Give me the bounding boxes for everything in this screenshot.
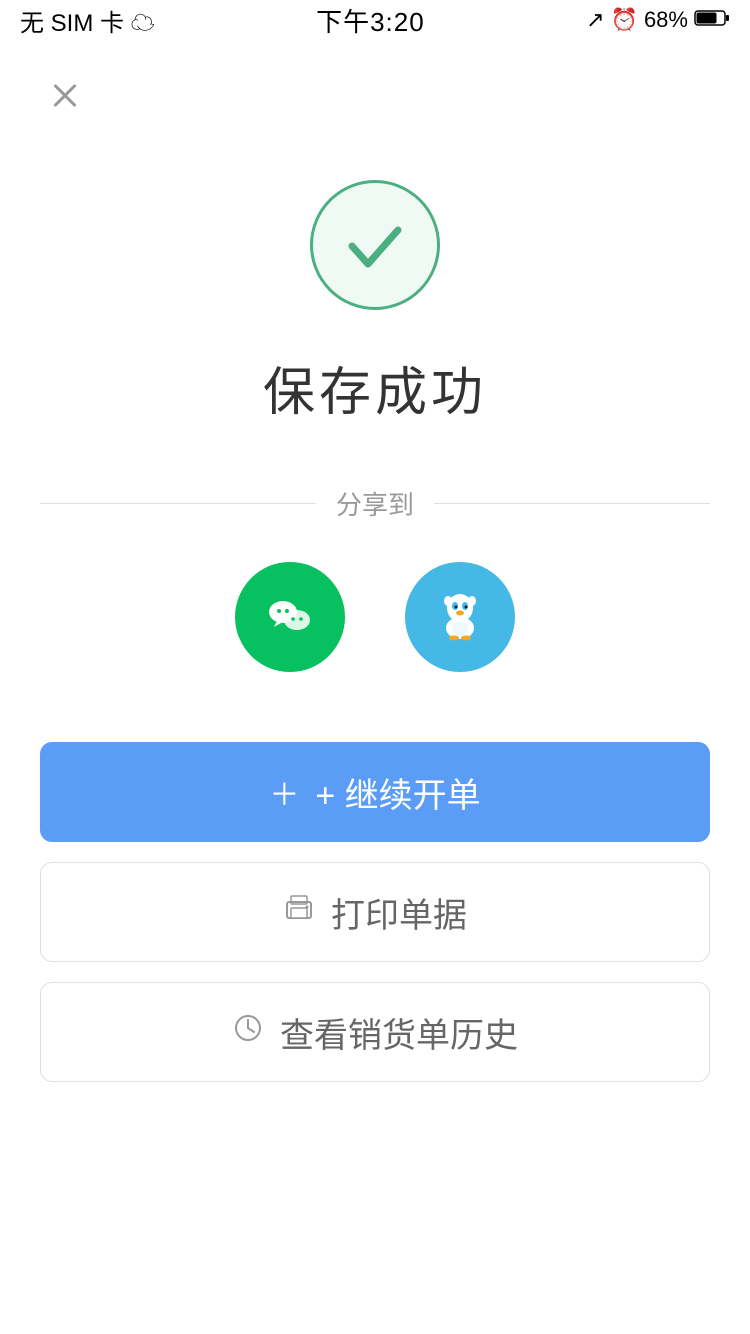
history-button[interactable]: 查看销货单历史 <box>40 982 710 1082</box>
battery-icon <box>694 7 730 33</box>
print-button[interactable]: 打印单据 <box>40 862 710 962</box>
checkmark-icon <box>340 210 410 280</box>
status-time: 下午3:20 <box>316 2 425 39</box>
share-icons-container <box>235 562 515 672</box>
main-content: 保存成功 分享到 <box>0 120 750 1334</box>
success-title: 保存成功 <box>263 350 487 425</box>
continue-label: + 继续开单 <box>315 768 480 817</box>
share-divider: 分享到 <box>40 485 710 522</box>
printer-icon <box>283 892 315 932</box>
location-icon: ↗ <box>586 7 604 33</box>
qq-share-button[interactable] <box>405 562 515 672</box>
share-label: 分享到 <box>336 485 414 522</box>
plus-icon: ＋ <box>269 770 299 814</box>
status-right: ↗ ⏰ 68% <box>586 7 730 33</box>
continue-button[interactable]: ＋ + 继续开单 <box>40 742 710 842</box>
divider-right <box>434 503 710 504</box>
clock-icon <box>232 1012 264 1052</box>
close-button[interactable] <box>40 70 90 120</box>
wechat-icon <box>259 586 321 648</box>
status-left: 无 SIM 卡 ☁ <box>20 3 155 38</box>
wechat-share-button[interactable] <box>235 562 345 672</box>
battery-label: 68% <box>644 7 688 33</box>
print-label: 打印单据 <box>331 888 467 937</box>
divider-left <box>40 503 316 504</box>
status-bar: 无 SIM 卡 ☁ 下午3:20 ↗ ⏰ 68% <box>0 0 750 40</box>
action-buttons: ＋ + 继续开单 打印单据 <box>40 742 710 1082</box>
qq-icon <box>429 586 491 648</box>
alarm-icon: ⏰ <box>611 7 638 33</box>
no-sim-label: 无 SIM 卡 ☁ <box>20 3 155 38</box>
success-circle <box>310 180 440 310</box>
history-label: 查看销货单历史 <box>280 1008 518 1057</box>
